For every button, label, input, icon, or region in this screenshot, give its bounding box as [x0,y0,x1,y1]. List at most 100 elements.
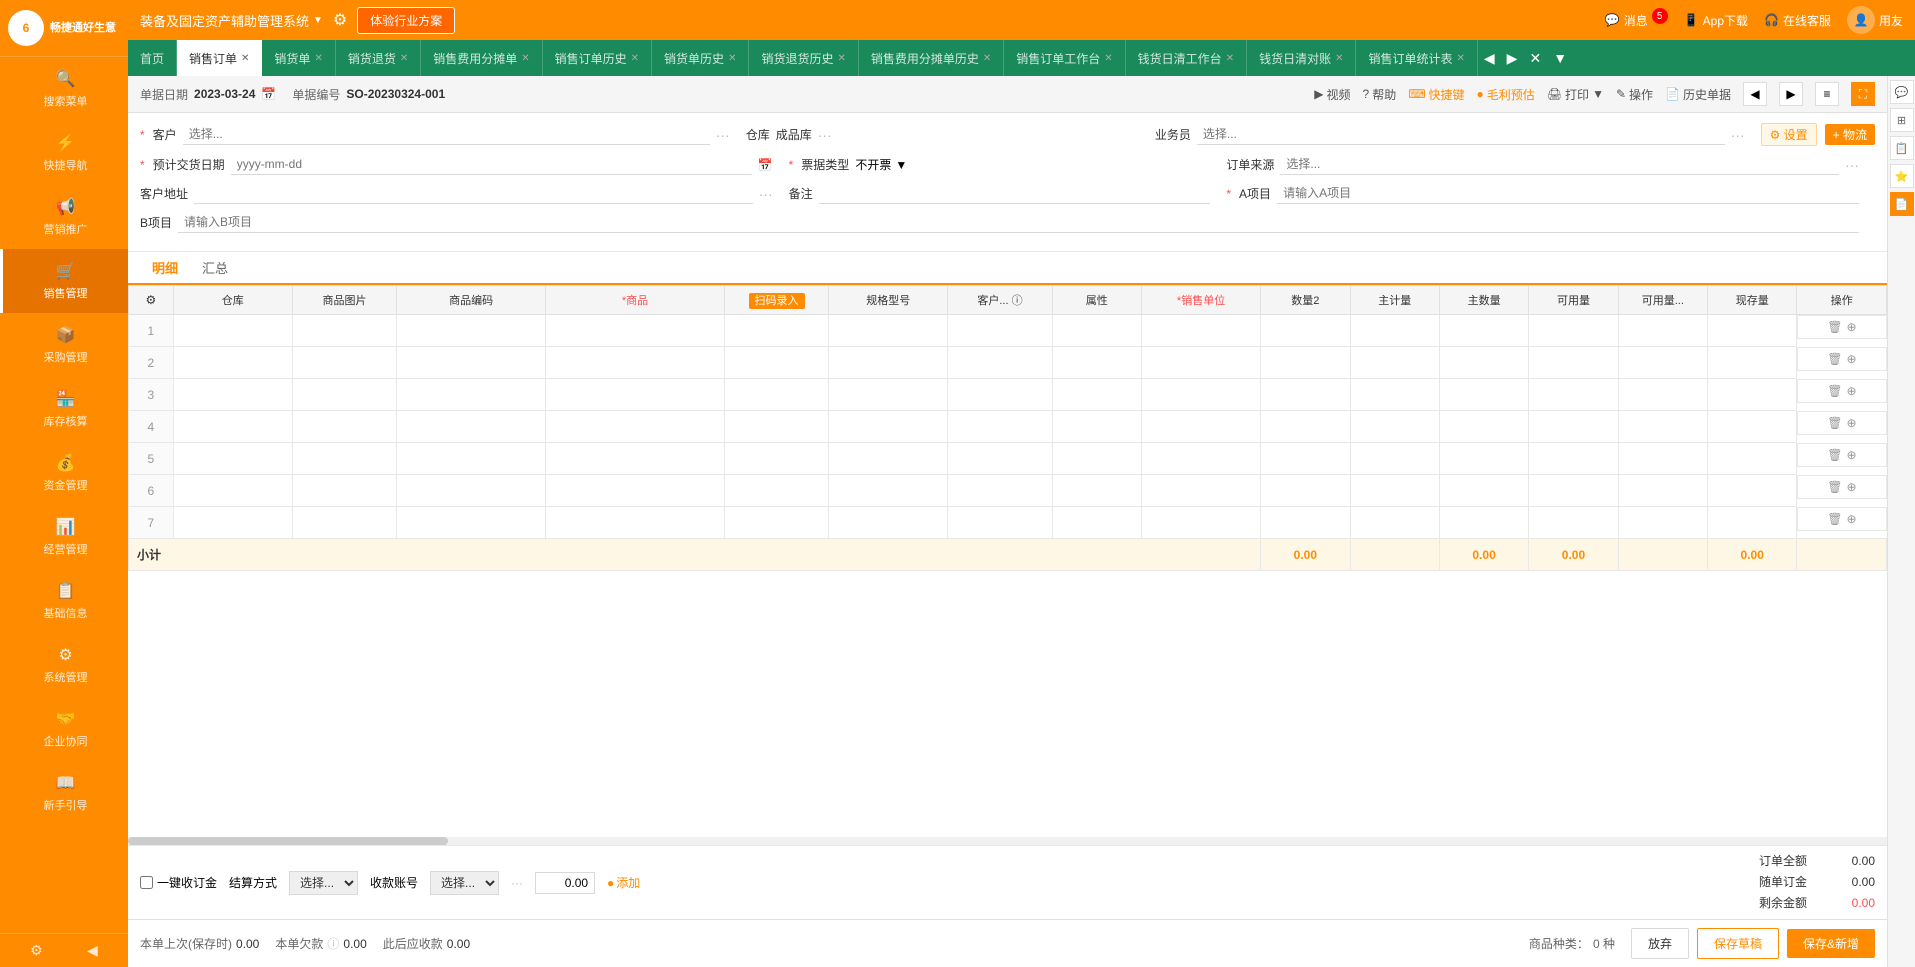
header-settings-icon[interactable]: ⚙ [333,10,347,30]
row-customer-code-1[interactable] [948,315,1052,347]
tab-fee-split-history[interactable]: 销售费用分摊单历史 ✕ [859,40,1004,76]
add-payment-link[interactable]: ● 添加 [607,874,640,891]
tab-close-icon[interactable]: ✕ [1335,53,1343,64]
copy-row-icon[interactable]: ⊕ [1847,448,1857,462]
row-spec-4[interactable] [829,411,948,443]
tab-menu-btn[interactable]: ▼ [1547,50,1573,66]
delete-row-icon[interactable]: 🗑 [1827,448,1842,462]
row-warehouse-3[interactable] [173,379,292,411]
address-expand-icon[interactable]: ··· [759,186,773,202]
tab-close-icon[interactable]: ✕ [1226,53,1234,64]
row-attr-4[interactable] [1052,411,1141,443]
right-panel-btn-1[interactable]: 💬 [1890,80,1914,104]
row-customer-code-4[interactable] [948,411,1052,443]
row-qty2-3[interactable] [1261,379,1350,411]
right-panel-btn-5[interactable]: 📄 [1890,192,1914,216]
row-qty2-2[interactable] [1261,347,1350,379]
row-main-qty-3[interactable] [1439,379,1528,411]
tab-order-workbench[interactable]: 销售订单工作台 ✕ [1004,40,1125,76]
tab-close-icon[interactable]: ✕ [983,53,991,64]
row-product-6[interactable] [546,475,725,507]
sidebar-item-marketing[interactable]: 📢 营销推广 [0,185,128,249]
row-attr-7[interactable] [1052,507,1141,539]
app-title-selector[interactable]: 装备及固定资产辅助管理系统 ▼ [140,11,323,30]
right-panel-btn-2[interactable]: ⊞ [1890,108,1914,132]
copy-row-icon[interactable]: ⊕ [1847,512,1857,526]
row-spec-1[interactable] [829,315,948,347]
row-sku-2[interactable] [397,347,546,379]
row-main-qty-2[interactable] [1439,347,1528,379]
copy-row-icon[interactable]: ⊕ [1847,416,1857,430]
col-settings-header[interactable]: ⚙ [129,286,174,315]
row-main-qty-7[interactable] [1439,507,1528,539]
tab-sales-slip[interactable]: 销货单 ✕ [262,40,335,76]
remark-input[interactable] [819,183,1211,204]
row-unit-5[interactable] [1141,443,1260,475]
row-spec-2[interactable] [829,347,948,379]
row-spec-5[interactable] [829,443,948,475]
online-service-action[interactable]: 🎧 在线客服 [1764,12,1831,29]
row-main-measure-5[interactable] [1350,443,1439,475]
row-warehouse-6[interactable] [173,475,292,507]
deposit-checkbox[interactable] [140,876,153,889]
row-unit-1[interactable] [1141,315,1260,347]
tab-slip-history[interactable]: 销货单历史 ✕ [652,40,749,76]
deposit-amount-input[interactable] [535,872,595,894]
row-sku-3[interactable] [397,379,546,411]
delete-row-icon[interactable]: 🗑 [1827,352,1842,366]
row-main-measure-7[interactable] [1350,507,1439,539]
sidebar-item-management[interactable]: 📊 经营管理 [0,505,128,569]
add-logistics-button[interactable]: + 物流 [1825,124,1875,145]
shortcut-btn[interactable]: ⌨ 快捷键 [1408,86,1464,103]
copy-row-icon[interactable]: ⊕ [1847,384,1857,398]
row-attr-6[interactable] [1052,475,1141,507]
row-attr-5[interactable] [1052,443,1141,475]
history-doc-btn[interactable]: 📄 历史单据 [1665,86,1731,103]
b-project-input[interactable] [178,212,1859,233]
grid-view-btn[interactable]: ≡ [1815,82,1839,106]
row-customer-code-2[interactable] [948,347,1052,379]
fullscreen-btn[interactable]: ⛶ [1851,82,1875,106]
video-btn[interactable]: ▶ 视频 [1314,86,1350,103]
tab-close-icon[interactable]: ✕ [241,53,249,64]
tab-close-icon[interactable]: ✕ [1104,53,1112,64]
warehouse-expand-icon[interactable]: ··· [818,127,832,143]
row-sku-7[interactable] [397,507,546,539]
sidebar-collapse-icon[interactable]: ◀ [87,942,98,959]
profit-forecast-btn[interactable]: ● 毛利预估 [1477,86,1535,103]
save-draft-button[interactable]: 保存草稿 [1697,928,1779,959]
tab-order-history[interactable]: 销售订单历史 ✕ [543,40,652,76]
tab-close-all-btn[interactable]: ✕ [1523,50,1547,67]
delete-row-icon[interactable]: 🗑 [1827,320,1842,334]
tab-return-history[interactable]: 销货退货历史 ✕ [749,40,858,76]
right-panel-btn-4[interactable]: ⭐ [1890,164,1914,188]
row-qty2-7[interactable] [1261,507,1350,539]
row-warehouse-1[interactable] [173,315,292,347]
sidebar-item-inventory[interactable]: 🏪 库存核算 [0,377,128,441]
help-btn[interactable]: ? 帮助 [1363,86,1397,103]
staff-expand-icon[interactable]: ··· [1731,127,1745,143]
tab-close-icon[interactable]: ✕ [314,53,322,64]
order-source-expand-icon[interactable]: ··· [1845,157,1859,173]
tab-close-icon[interactable]: ✕ [521,53,529,64]
row-product-3[interactable] [546,379,725,411]
sidebar-settings-icon[interactable]: ⚙ [30,942,43,959]
sidebar-item-quicknav[interactable]: ⚡ 快捷导航 [0,121,128,185]
tab-close-icon[interactable]: ✕ [728,53,736,64]
app-download-action[interactable]: 📱 App下载 [1684,12,1748,29]
tab-cash-goods-reconcile[interactable]: 钱货日清对账 ✕ [1247,40,1356,76]
invoice-type-select[interactable]: 不开票 ▼ [855,156,1210,173]
row-warehouse-7[interactable] [173,507,292,539]
settle-method-select[interactable]: 选择... [289,871,358,895]
scrollbar-thumb[interactable] [128,837,448,845]
tab-next-btn[interactable]: ▶ [1501,50,1524,67]
delivery-date-input[interactable] [231,154,752,175]
row-product-5[interactable] [546,443,725,475]
row-customer-code-3[interactable] [948,379,1052,411]
row-sku-5[interactable] [397,443,546,475]
sidebar-item-basic-info[interactable]: 📋 基础信息 [0,569,128,633]
tab-prev-btn[interactable]: ◀ [1478,50,1501,67]
scan-input-button[interactable]: 扫码录入 [749,293,805,309]
customer-expand-icon[interactable]: ··· [716,127,730,143]
row-attr-1[interactable] [1052,315,1141,347]
